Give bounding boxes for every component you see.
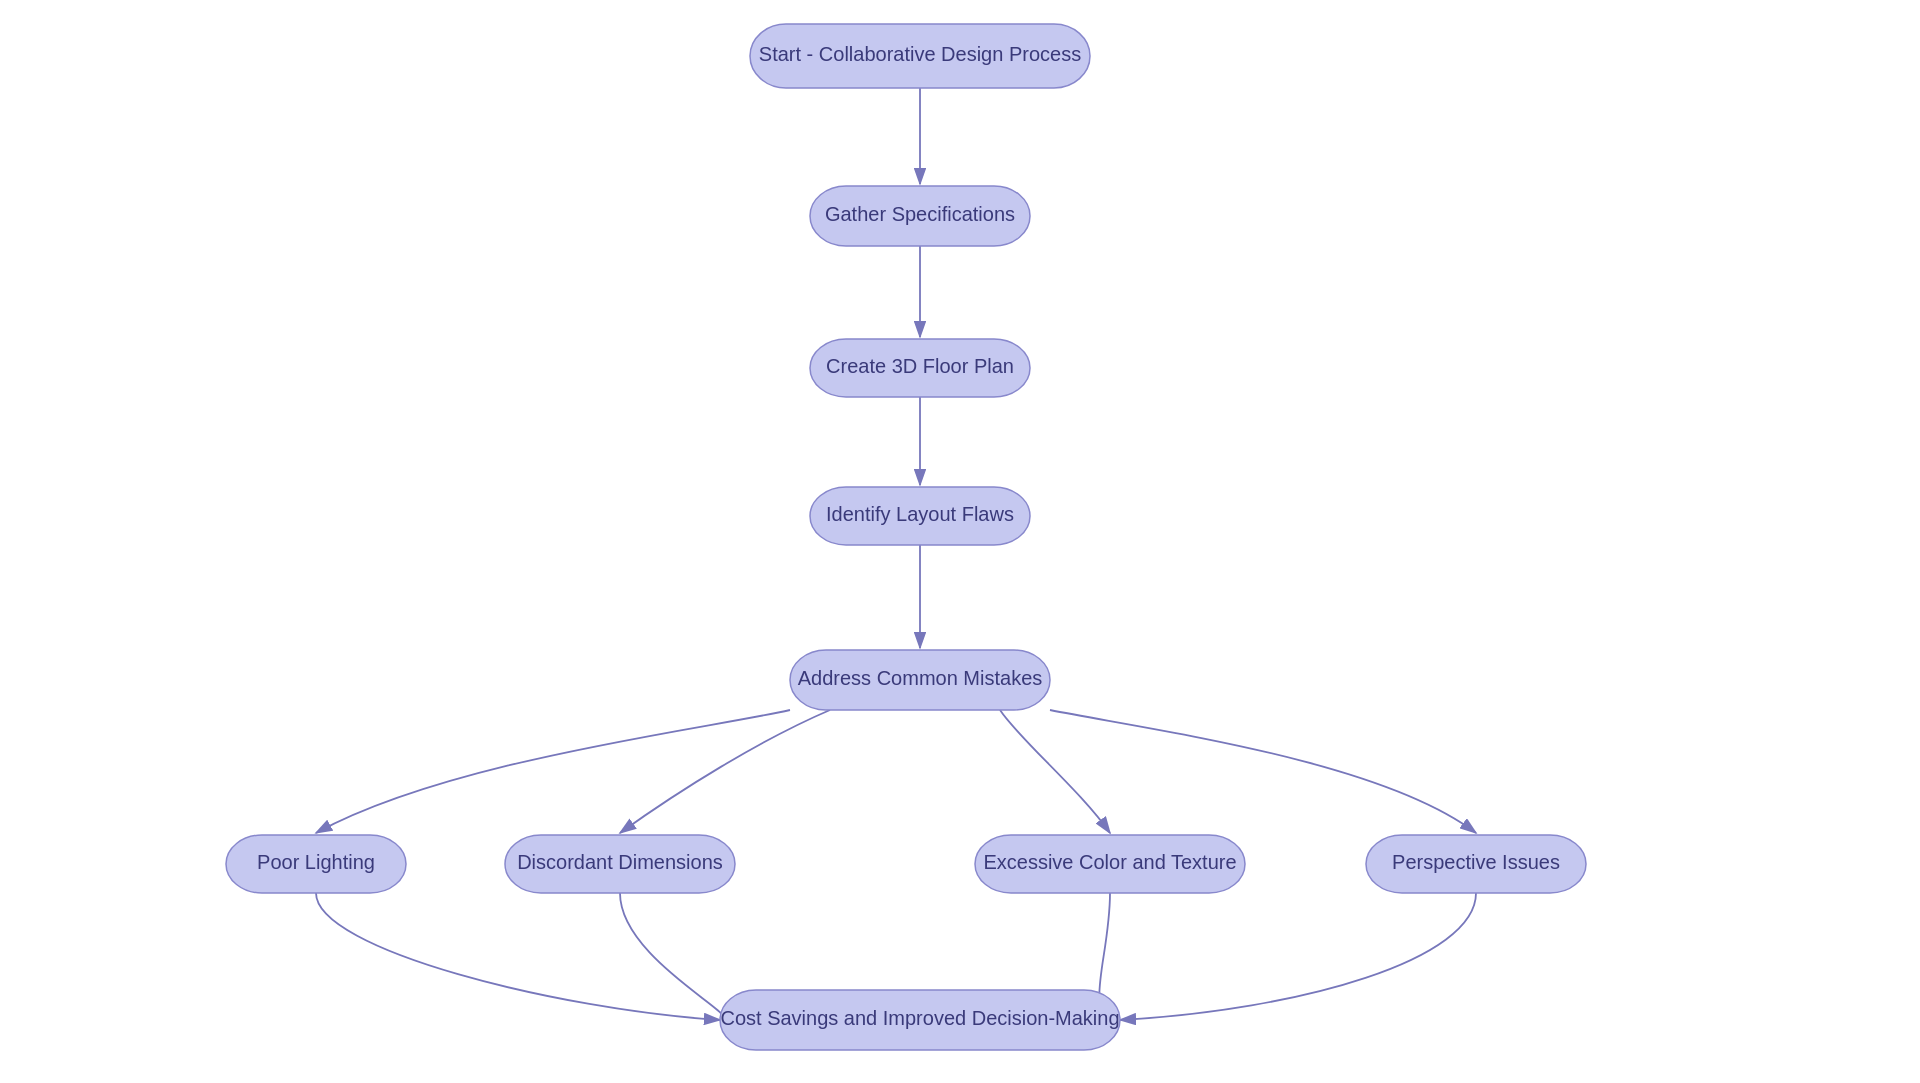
- diagram-container: Start - Collaborative Design Process Gat…: [0, 0, 1920, 1083]
- node-address-label: Address Common Mistakes: [798, 667, 1043, 689]
- arrow-perspective-cost: [1120, 893, 1476, 1020]
- node-gather-label: Gather Specifications: [825, 203, 1015, 225]
- arrow-address-perspective: [1050, 710, 1476, 833]
- arrow-address-lighting: [316, 710, 790, 833]
- node-identify-label: Identify Layout Flaws: [826, 503, 1014, 525]
- arrow-address-dimensions: [620, 710, 830, 833]
- arrow-lighting-cost: [316, 893, 720, 1020]
- arrow-address-color: [1000, 710, 1110, 833]
- node-start-label: Start - Collaborative Design Process: [759, 43, 1081, 65]
- node-dimensions-label: Discordant Dimensions: [517, 851, 723, 873]
- node-color-label: Excessive Color and Texture: [983, 851, 1236, 873]
- node-create3d-label: Create 3D Floor Plan: [826, 355, 1014, 377]
- node-lighting-label: Poor Lighting: [257, 851, 375, 873]
- node-cost-label: Cost Savings and Improved Decision-Makin…: [720, 1007, 1119, 1029]
- node-perspective-label: Perspective Issues: [1392, 851, 1560, 873]
- arrow-dimensions-cost: [620, 893, 724, 1020]
